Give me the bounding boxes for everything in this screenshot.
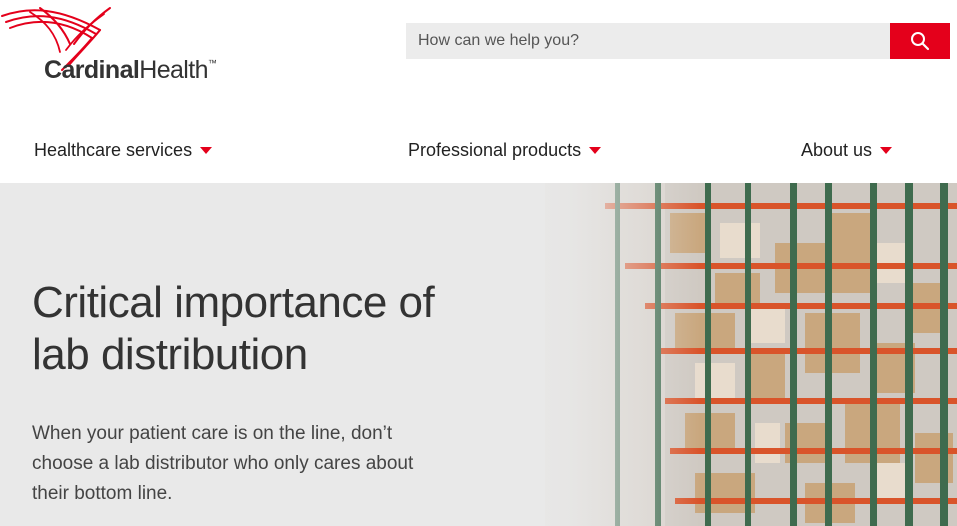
nav-item-about-us[interactable]: About us (801, 140, 893, 161)
hero-description: When your patient care is on the line, d… (32, 423, 414, 504)
hero-title: Critical importance of lab distribution (32, 278, 435, 379)
search-icon (911, 32, 930, 51)
nav-item-label: About us (801, 140, 873, 160)
search-input[interactable] (406, 23, 890, 59)
search-bar (406, 23, 950, 59)
nav-item-healthcare-services[interactable]: Healthcare services (34, 140, 213, 161)
cardinal-health-logo[interactable]: CardinalHealth™ (0, 0, 240, 100)
brand-name-bold: Cardinal (44, 56, 140, 84)
caret-down-icon (589, 147, 602, 154)
hero-image-fade (500, 183, 700, 526)
caret-down-icon (200, 147, 213, 154)
caret-down-icon (880, 147, 893, 154)
nav-item-label: Professional products (408, 140, 582, 160)
brand-wordmark: CardinalHealth™ (44, 56, 217, 85)
nav-item-professional-products[interactable]: Professional products (408, 140, 602, 161)
search-button[interactable] (890, 23, 950, 59)
main-nav: Healthcare services Professional product… (0, 134, 957, 170)
trademark-symbol: ™ (207, 58, 217, 68)
brand-name-regular: Health (139, 56, 208, 84)
hero-banner: Critical importance of lab distribution … (0, 183, 957, 526)
nav-item-label: Healthcare services (34, 140, 193, 160)
